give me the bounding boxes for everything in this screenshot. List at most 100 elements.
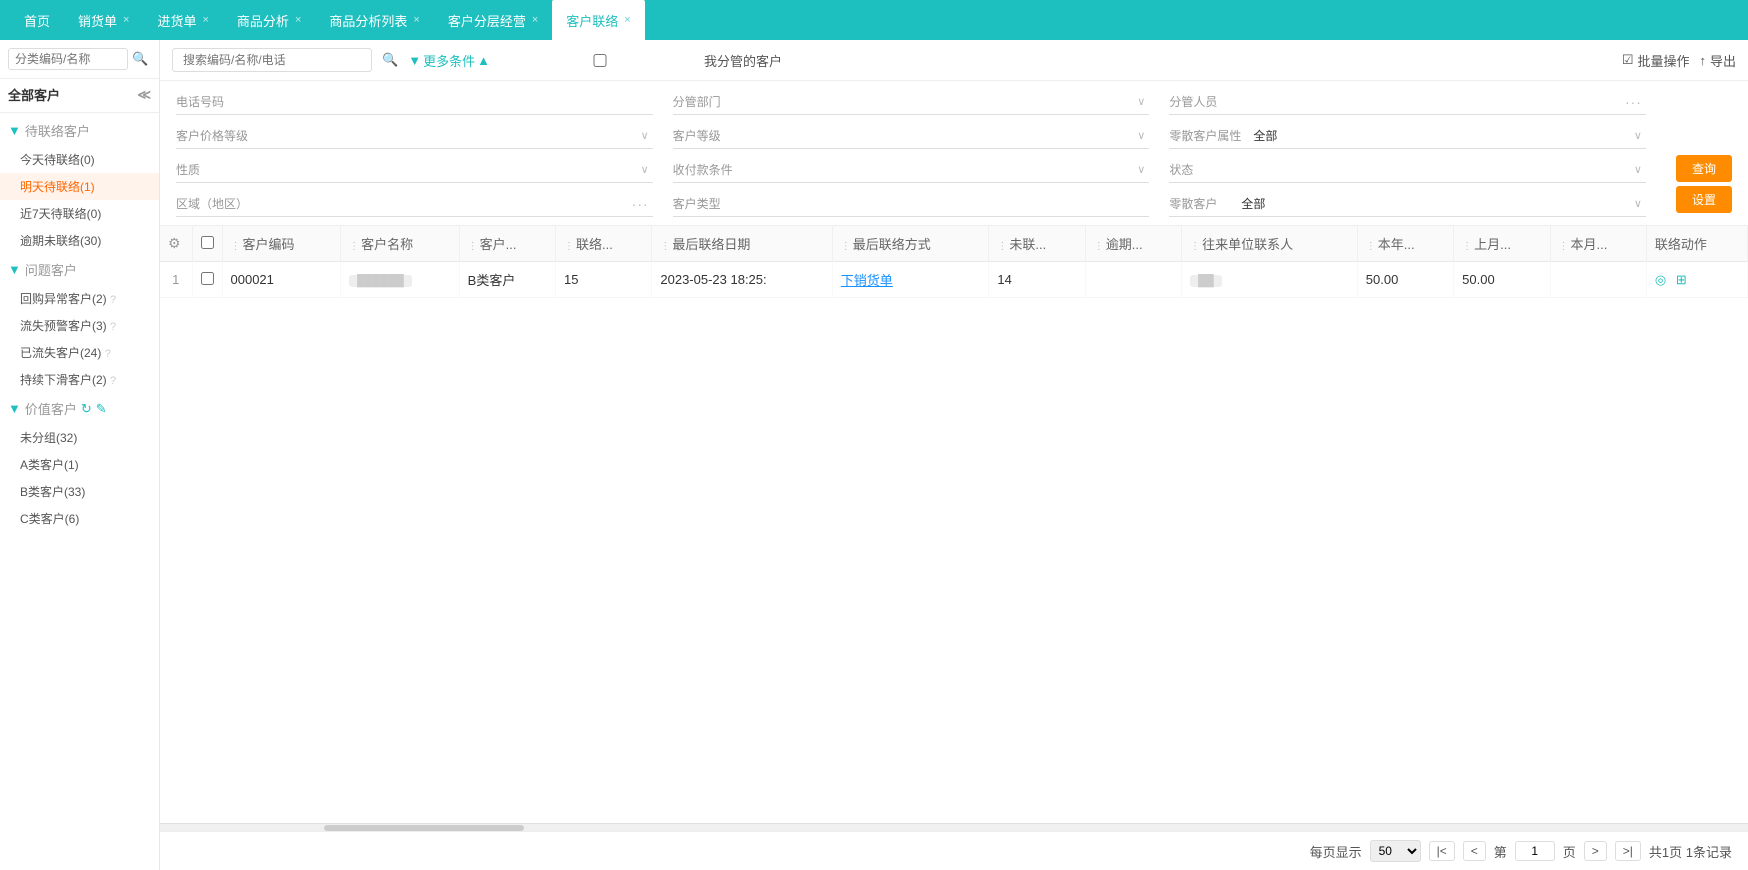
nav-product-analysis[interactable]: 商品分析 × (223, 0, 315, 40)
sidebar-item-today-pending[interactable]: 今天待联络(0) (0, 146, 159, 173)
last-page-btn[interactable]: >| (1615, 841, 1641, 861)
sidebar-item-ungrouped[interactable]: 未分组(32) (0, 424, 159, 451)
nav-close-sales-order[interactable]: × (123, 14, 129, 26)
filter-more-btn[interactable]: ▼ 更多条件 ▲ (408, 51, 490, 70)
page-size-label: 每页显示 (1310, 842, 1362, 861)
filter-row-4: 区域（地区） ··· 客户类型 零散客户 全部 ∨ (176, 191, 1666, 217)
prev-page-btn[interactable]: < (1463, 841, 1486, 861)
scrollbar-thumb[interactable] (324, 825, 524, 831)
sort-icon-3: ⋮ (468, 241, 478, 252)
triangle-icon-2: ▼ (8, 262, 21, 277)
filter-icon: ▼ (408, 53, 421, 68)
sidebar-item-repurchase-anomaly[interactable]: 回购异常客户(2) ? (0, 285, 159, 312)
sidebar-item-churn-warning[interactable]: 流失预警客户(3) ? (0, 312, 159, 339)
sidebar-item-churned[interactable]: 已流失客户(24) ? (0, 339, 159, 366)
cell-contact-person: ██ (1182, 262, 1358, 298)
all-customers-section[interactable]: 全部客户 ≪ (0, 79, 159, 110)
filter-more-label: 更多条件 (423, 51, 475, 70)
sidebar-item-class-a[interactable]: A类客户(1) (0, 451, 159, 478)
col-gear: ⚙ (160, 226, 192, 262)
nav-sales-order[interactable]: 销货单 × (64, 0, 143, 40)
action-icon-2[interactable]: ⊞ (1676, 272, 1687, 287)
value-customers-label: 价值客户 (25, 399, 77, 418)
sort-icon-10: ⋮ (1366, 241, 1376, 252)
top-navigation: 首页 销货单 × 进货单 × 商品分析 × 商品分析列表 × 客户分层经营 × … (0, 0, 1748, 40)
sort-icon-7: ⋮ (997, 241, 1007, 252)
cell-this-month (1550, 262, 1646, 298)
filter-price-level-label: 客户价格等级 (176, 127, 248, 144)
problem-customers-label: 问题客户 (25, 260, 77, 279)
row-checkbox-cell (192, 262, 222, 298)
sidebar-item-overdue-pending[interactable]: 逾期未联络(30) (0, 227, 159, 254)
customer-table: ⚙ ⋮客户编码 ⋮客户名称 ⋮客户... (160, 226, 1748, 298)
col-last-contact-date: ⋮最后联络日期 (652, 226, 832, 262)
cell-code: 000021 (222, 262, 341, 298)
export-btn[interactable]: ↑ 导出 (1699, 51, 1736, 70)
nav-product-analysis-list[interactable]: 商品分析列表 × (315, 0, 433, 40)
nav-close-purchase-order[interactable]: × (202, 14, 208, 26)
refresh-icon[interactable]: ↻ (81, 401, 92, 417)
col-customer-code: ⋮客户编码 (222, 226, 341, 262)
settings-button[interactable]: 设置 (1676, 186, 1732, 213)
chevron-down-icon-5: ∨ (641, 163, 649, 176)
sidebar-item-7days-pending[interactable]: 近7天待联络(0) (0, 200, 159, 227)
filter-customer-type: 客户类型 (673, 191, 1150, 217)
search-input[interactable] (172, 48, 372, 72)
batch-label: 批量操作 (1637, 51, 1689, 70)
action-icon-1[interactable]: ◎ (1655, 272, 1666, 287)
sidebar-search-input[interactable] (8, 48, 128, 70)
filter-row-2: 客户价格等级 ∨ 客户等级 ∨ 零散客户属性 全部 ∨ (176, 123, 1666, 149)
nav-close-customer-contact[interactable]: × (624, 14, 630, 26)
my-customers-checkbox[interactable] (500, 54, 700, 67)
retail-attribute-value: 全部 (1253, 127, 1277, 144)
first-page-btn[interactable]: |< (1429, 841, 1455, 861)
chevron-down-icon-4: ∨ (1634, 129, 1642, 142)
filter-status-label: 状态 (1169, 161, 1229, 178)
nav-purchase-order[interactable]: 进货单 × (143, 0, 222, 40)
select-all-checkbox[interactable] (201, 236, 214, 249)
nav-close-product-analysis[interactable]: × (295, 14, 301, 26)
all-customers-label: 全部客户 (8, 85, 60, 104)
sort-icon-8: ⋮ (1094, 241, 1104, 252)
col-checkbox (192, 226, 222, 262)
sort-icon-5: ⋮ (660, 241, 670, 252)
nav-close-product-analysis-list[interactable]: × (413, 14, 419, 26)
chevron-up-icon: ▲ (477, 53, 490, 68)
chevron-down-icon: ∨ (1137, 95, 1145, 108)
filter-retail-customer-label: 零散客户 (1169, 195, 1229, 212)
page-size-select[interactable]: 50 100 200 (1370, 840, 1421, 862)
nav-home[interactable]: 首页 (10, 0, 64, 40)
cell-last-date: 2023-05-23 18:25: (652, 262, 832, 298)
horizontal-scrollbar[interactable] (160, 823, 1748, 831)
sidebar-item-class-c[interactable]: C类客户(6) (0, 505, 159, 532)
filter-row-1: 电话号码 分管部门 ∨ 分管人员 ··· (176, 89, 1666, 115)
cell-unlinkted: 14 (989, 262, 1085, 298)
sidebar-search-icon[interactable]: 🔍 (132, 51, 148, 67)
nav-customer-contact[interactable]: 客户联络 × (552, 0, 644, 40)
collapse-icon[interactable]: ≪ (137, 87, 151, 103)
gear-settings-icon[interactable]: ⚙ (168, 235, 181, 251)
cell-this-year: 50.00 (1357, 262, 1453, 298)
edit-icon[interactable]: ✎ (96, 401, 107, 417)
filter-status: 状态 ∨ (1169, 157, 1646, 183)
query-button[interactable]: 查询 (1676, 155, 1732, 182)
filter-nature-label: 性质 (176, 161, 236, 178)
col-contact-person: ⋮往来单位联系人 (1182, 226, 1358, 262)
my-customers-checkbox-label[interactable]: 我分管的客户 (500, 51, 782, 70)
pagination: 每页显示 50 100 200 |< < 第 页 > >| 共1页 1条记录 (160, 831, 1748, 870)
filter-region-label: 区域（地区） (176, 195, 248, 212)
nav-customer-segmentation[interactable]: 客户分层经营 × (434, 0, 552, 40)
search-submit-icon[interactable]: 🔍 (382, 52, 398, 68)
dots-icon[interactable]: ··· (1625, 94, 1642, 110)
sidebar-item-class-b[interactable]: B类客户(33) (0, 478, 159, 505)
dots-icon-2[interactable]: ··· (632, 196, 649, 212)
sidebar-item-tomorrow-pending[interactable]: 明天待联络(1) (0, 173, 159, 200)
contact-method-link[interactable]: 下销货单 (841, 273, 893, 288)
next-page-btn[interactable]: > (1584, 841, 1607, 861)
sidebar-item-declining[interactable]: 持续下滑客户(2) ? (0, 366, 159, 393)
row-checkbox[interactable] (201, 272, 214, 285)
nav-close-customer-segmentation[interactable]: × (532, 14, 538, 26)
batch-operation-btn[interactable]: ☑ 批量操作 (1622, 51, 1690, 70)
page-number-input[interactable] (1515, 841, 1555, 861)
sort-icon-4: ⋮ (564, 241, 574, 252)
